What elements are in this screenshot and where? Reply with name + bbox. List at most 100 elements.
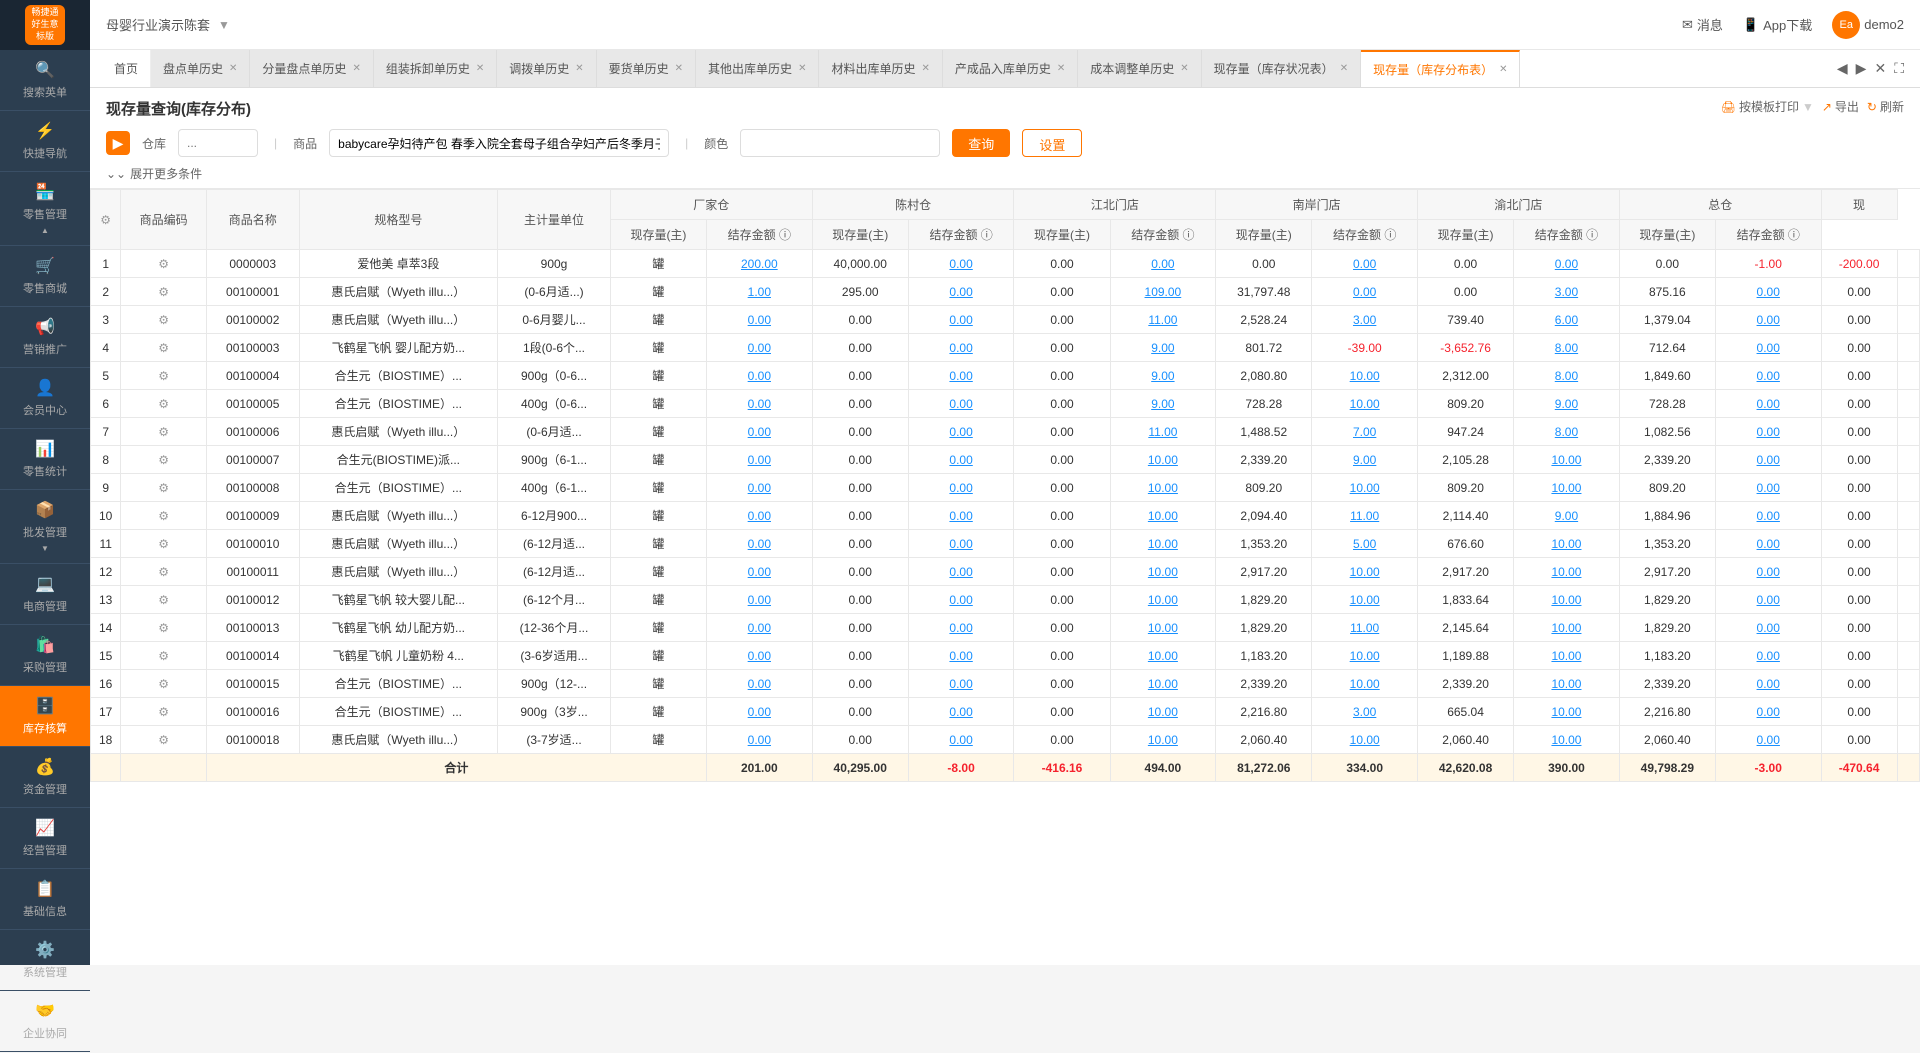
tab-split-inventory[interactable]: 分量盘点单历史 ✕ [250,50,373,88]
table-cell[interactable]: 7.00 [1312,418,1418,446]
table-cell[interactable]: 10.00 [1110,502,1216,530]
table-cell[interactable]: 0.00 [908,418,1014,446]
tab-close-icon[interactable]: ✕ [1499,64,1507,75]
table-cell[interactable]: 10.00 [1312,390,1418,418]
table-cell[interactable]: 10.00 [1110,642,1216,670]
tab-close-icon[interactable]: ✕ [1057,63,1065,74]
table-cell[interactable]: 0.00 [908,362,1014,390]
table-cell[interactable]: 0.00 [1715,418,1821,446]
table-cell[interactable]: 200.00 [706,250,812,278]
table-cell[interactable]: 0.00 [908,558,1014,586]
table-cell[interactable]: 10.00 [1312,586,1418,614]
table-cell[interactable]: 10.00 [1514,558,1620,586]
table-cell[interactable]: 10.00 [1110,586,1216,614]
table-cell[interactable]: 10.00 [1514,614,1620,642]
table-cell[interactable]: 0.00 [908,642,1014,670]
export-btn[interactable]: ↗ 导出 [1822,98,1859,115]
table-cell[interactable]: 0.00 [1715,614,1821,642]
table-cell[interactable]: 10.00 [1110,614,1216,642]
table-cell[interactable]: 0.00 [1715,502,1821,530]
table-cell[interactable]: 0.00 [1715,530,1821,558]
sidebar-item-ecom[interactable]: 💻 电商管理 [0,564,90,625]
sidebar-item-purchase[interactable]: 🛍️ 采购管理 [0,625,90,686]
tab-transfer[interactable]: 调拨单历史 ✕ [497,50,596,88]
table-cell[interactable]: 0.00 [706,726,812,754]
table-cell[interactable]: 10.00 [1312,726,1418,754]
table-cell[interactable]: 10.00 [1514,670,1620,698]
tab-product-in[interactable]: 产成品入库单历史 ✕ [943,50,1078,88]
tab-close-icon[interactable]: ✕ [575,63,583,74]
sidebar-item-basic[interactable]: 📋 基础信息 [0,869,90,930]
tab-home[interactable]: 首页 [102,50,151,88]
table-cell[interactable]: 9.00 [1514,390,1620,418]
table-cell[interactable]: 10.00 [1110,726,1216,754]
table-cell[interactable]: 0.00 [908,502,1014,530]
setting-button[interactable]: 设置 [1022,129,1082,157]
table-cell[interactable]: 10.00 [1514,642,1620,670]
table-cell[interactable]: 0.00 [1312,278,1418,306]
sidebar-item-wholesale[interactable]: 📦 批发管理 ▼ [0,490,90,564]
table-cell[interactable]: 11.00 [1312,614,1418,642]
table-cell[interactable]: 9.00 [1312,446,1418,474]
user-avatar-btn[interactable]: Ea demo2 [1832,11,1904,39]
table-cell[interactable]: 5.00 [1312,530,1418,558]
tab-close-icon[interactable]: ✕ [1180,63,1188,74]
query-button[interactable]: 查询 [952,129,1010,157]
tab-fullscreen-btn[interactable]: ⛶ [1890,60,1908,77]
table-cell[interactable]: 8.00 [1514,362,1620,390]
table-cell[interactable]: 0.00 [1715,670,1821,698]
table-cell[interactable]: 0.00 [908,390,1014,418]
table-cell[interactable]: 0.00 [1715,642,1821,670]
table-cell[interactable]: 0.00 [1715,726,1821,754]
tab-close-all-btn[interactable]: ✕ [1870,60,1890,77]
sidebar-item-finance[interactable]: 💰 资金管理 [0,747,90,808]
table-cell[interactable]: 10.00 [1514,698,1620,726]
table-cell[interactable]: 0.00 [908,586,1014,614]
table-cell[interactable]: 8.00 [1514,334,1620,362]
table-cell[interactable]: 0.00 [1715,474,1821,502]
table-cell[interactable]: 0.00 [706,642,812,670]
table-cell[interactable]: 0.00 [908,474,1014,502]
tab-close-icon[interactable]: ✕ [229,63,237,74]
table-cell[interactable]: 0.00 [908,278,1014,306]
table-cell[interactable]: 1.00 [706,278,812,306]
refresh-btn[interactable]: ↻ 刷新 [1867,98,1904,115]
table-cell[interactable]: 0.00 [1715,586,1821,614]
table-cell[interactable]: 0.00 [706,530,812,558]
table-cell[interactable]: 0.00 [908,250,1014,278]
table-cell[interactable]: 0.00 [908,530,1014,558]
tab-requisition[interactable]: 要货单历史 ✕ [597,50,696,88]
table-cell[interactable]: 0.00 [1715,446,1821,474]
table-cell[interactable]: 0.00 [1110,250,1216,278]
table-cell[interactable]: 10.00 [1514,586,1620,614]
table-cell[interactable]: 0.00 [706,614,812,642]
table-cell[interactable]: 10.00 [1312,558,1418,586]
table-cell[interactable]: 3.00 [1312,306,1418,334]
tab-close-icon[interactable]: ✕ [921,63,929,74]
tab-inventory-single[interactable]: 盘点单历史 ✕ [151,50,250,88]
sidebar-item-retail-stat[interactable]: 📊 零售统计 [0,429,90,490]
company-selector[interactable]: 母婴行业演示陈套 ▼ [106,15,230,34]
table-cell[interactable]: 11.00 [1110,418,1216,446]
expand-more-btn[interactable]: ⌄⌄ 展开更多条件 [106,165,1904,188]
table-cell[interactable]: 0.00 [706,334,812,362]
table-cell[interactable]: 10.00 [1514,474,1620,502]
table-cell[interactable]: 10.00 [1312,362,1418,390]
filter-collapse-btn[interactable]: ▶ [106,131,130,155]
table-cell[interactable]: -1.00 [1715,250,1821,278]
sidebar-item-marketing[interactable]: 📢 营销推广 [0,307,90,368]
table-cell[interactable]: 10.00 [1110,558,1216,586]
table-cell[interactable]: 10.00 [1110,530,1216,558]
table-cell[interactable]: 0.00 [908,446,1014,474]
tab-current-stock-dist[interactable]: 现存量（库存分布表） ✕ [1361,50,1520,88]
table-cell[interactable]: 0.00 [1715,362,1821,390]
sidebar-item-search[interactable]: 🔍 搜索英单 [0,50,90,111]
table-cell[interactable]: 3.00 [1312,698,1418,726]
table-cell[interactable]: 10.00 [1514,446,1620,474]
table-cell[interactable]: 9.00 [1110,362,1216,390]
tab-material-out[interactable]: 材料出库单历史 ✕ [819,50,942,88]
table-cell[interactable]: 10.00 [1110,474,1216,502]
table-cell[interactable]: 0.00 [908,614,1014,642]
table-cell[interactable]: 10.00 [1514,726,1620,754]
table-cell[interactable]: 0.00 [706,306,812,334]
